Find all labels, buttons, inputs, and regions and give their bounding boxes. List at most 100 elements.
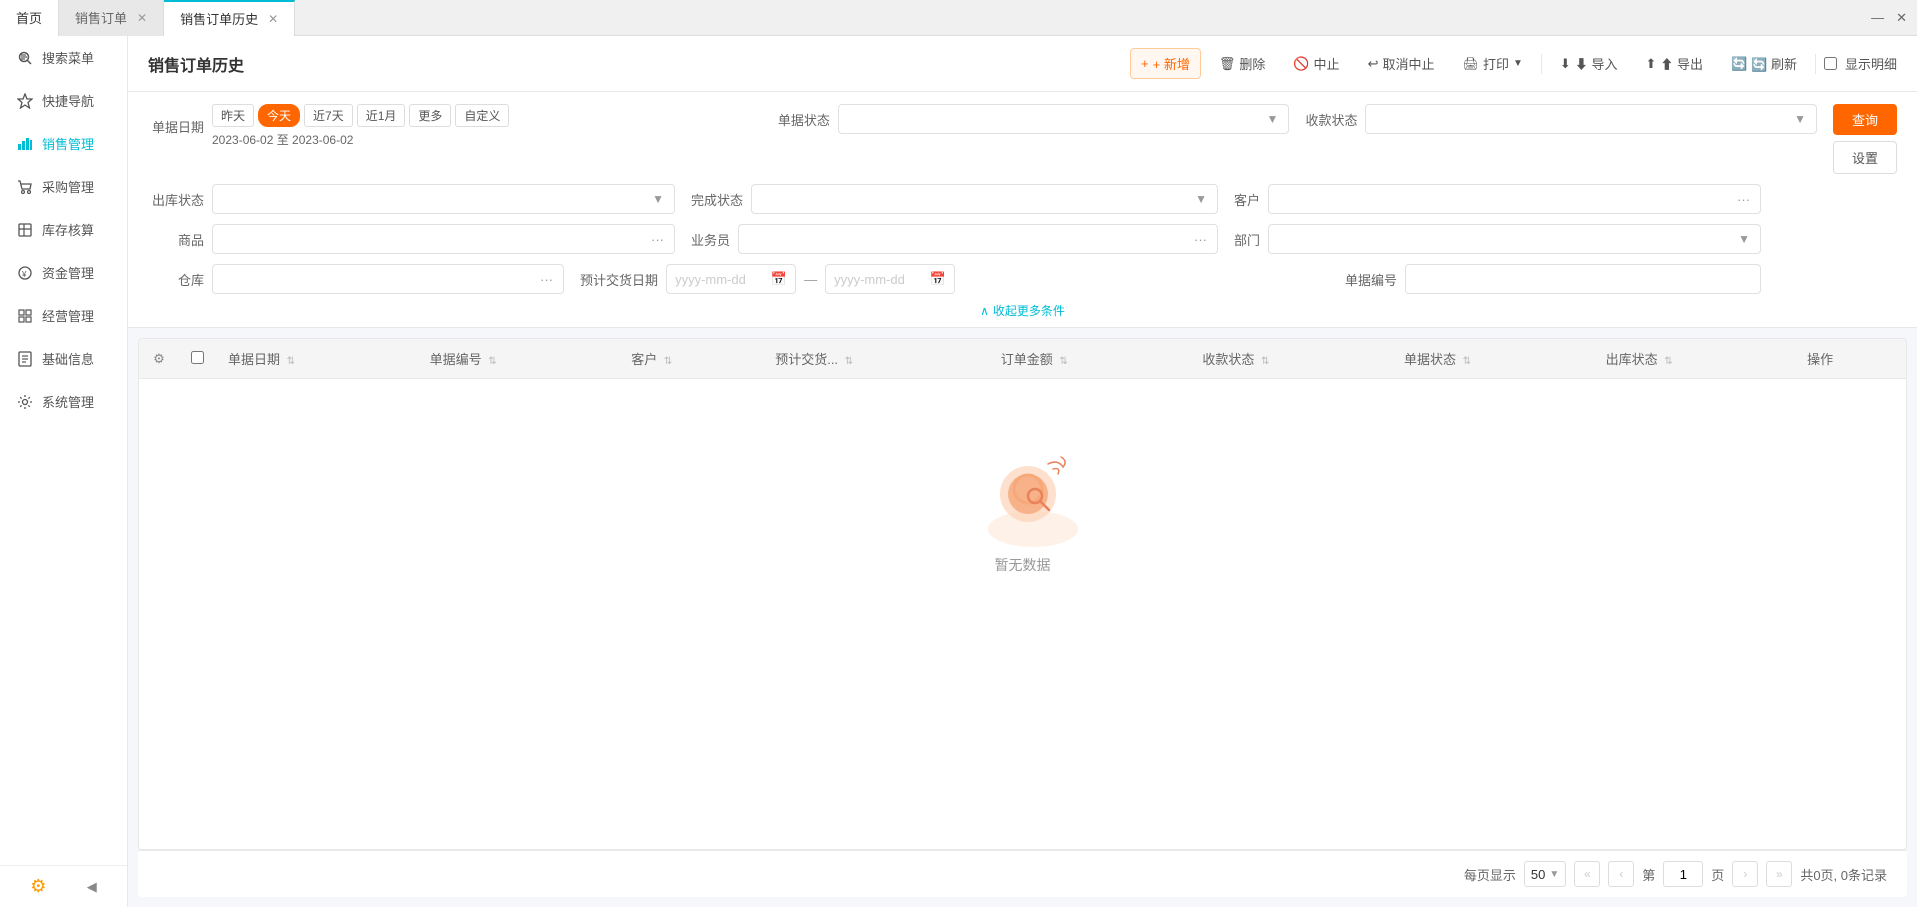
svg-text:¥: ¥ (21, 270, 27, 279)
window-minimize-btn[interactable]: — (1871, 10, 1884, 25)
sidebar-item-basic-info[interactable]: 基础信息 (0, 337, 127, 380)
cancel-stop-button[interactable]: ↩ 取消中止 (1358, 49, 1445, 78)
more-date-btn[interactable]: 更多 (409, 104, 451, 127)
today-btn[interactable]: 今天 (258, 104, 300, 127)
next-page-btn[interactable]: › (1732, 861, 1758, 887)
sidebar-item-label: 销售管理 (42, 134, 94, 153)
quick-nav-icon (16, 92, 34, 110)
sidebar-collapse-icon[interactable]: ◀ (87, 879, 97, 895)
custom-date-btn[interactable]: 自定义 (455, 104, 509, 127)
dept-label: 部门 (1234, 230, 1260, 249)
calendar-end-icon[interactable]: 📅 (930, 271, 946, 287)
sidebar-item-quick-nav[interactable]: 快捷导航 (0, 79, 127, 122)
purchase-mgmt-icon (16, 178, 34, 196)
collapse-label: 收起更多条件 (993, 302, 1065, 319)
cancel-stop-label: 取消中止 (1382, 54, 1434, 73)
sidebar-item-purchase-mgmt[interactable]: 采购管理 (0, 165, 127, 208)
col-bill-no[interactable]: 单据编号 ⇅ (418, 339, 620, 379)
col-customer-label: 客户 (631, 352, 657, 367)
warehouse-select[interactable]: ··· (212, 264, 564, 294)
export-button[interactable]: ⬆ ⬆ 导出 (1635, 49, 1713, 78)
set-button[interactable]: 设置 (1833, 141, 1897, 174)
action-buttons: 查询 设置 (1833, 104, 1897, 174)
expected-date-start[interactable]: yyyy-mm-dd 📅 (666, 264, 796, 294)
sidebar-item-operations-mgmt[interactable]: 经营管理 (0, 294, 127, 337)
tab-sales-order-history[interactable]: 销售订单历史 ✕ (164, 0, 295, 36)
sidebar-item-label: 资金管理 (42, 263, 94, 282)
bill-status-label: 单据状态 (778, 110, 830, 129)
sidebar-item-inventory-calc[interactable]: 库存核算 (0, 208, 127, 251)
page-number-input[interactable] (1663, 861, 1703, 887)
sales-mgmt-icon (16, 135, 34, 153)
bill-status-select[interactable]: ▼ (838, 104, 1290, 134)
expected-date-end[interactable]: yyyy-mm-dd 📅 (825, 264, 955, 294)
print-button[interactable]: 🖨 打印 ▼ (1452, 49, 1532, 78)
sidebar-item-capital-mgmt[interactable]: ¥ 资金管理 (0, 251, 127, 294)
sidebar-settings-icon[interactable]: ⚙ (30, 876, 46, 897)
last7-btn[interactable]: 近7天 (304, 104, 353, 127)
window-close-btn[interactable]: ✕ (1896, 10, 1907, 26)
display-cols-checkbox[interactable] (1824, 57, 1837, 70)
tab-home[interactable]: 首页 (0, 0, 59, 36)
dept-chevron: ▼ (1738, 232, 1750, 246)
col-order-amount-label: 订单金额 (1001, 352, 1053, 367)
page-size-chevron: ▼ (1549, 869, 1559, 880)
expected-date-end-placeholder: yyyy-mm-dd (834, 272, 905, 287)
print-arrow-icon: ▼ (1513, 58, 1523, 69)
page-total: 共0页, 0条记录 (1800, 865, 1887, 884)
tab-sales-order[interactable]: 销售订单 ✕ (59, 0, 164, 36)
salesman-select[interactable]: ··· (738, 224, 1218, 254)
goods-label: 商品 (148, 230, 204, 249)
sidebar-item-sales-mgmt[interactable]: 销售管理 (0, 122, 127, 165)
receipt-status-label: 收款状态 (1305, 110, 1357, 129)
bill-no-input[interactable] (1405, 264, 1761, 294)
sidebar-item-label: 搜索菜单 (42, 48, 94, 67)
col-out-status[interactable]: 出库状态 ⇅ (1594, 339, 1796, 379)
tab-sales-order-history-close[interactable]: ✕ (268, 12, 278, 26)
col-receipt-status[interactable]: 收款状态 ⇅ (1190, 339, 1392, 379)
goods-dots: ··· (651, 232, 664, 247)
display-cols-toggle[interactable]: 显示明细 (1824, 54, 1897, 73)
tabs-bar: 首页 销售订单 ✕ 销售订单历史 ✕ — ✕ (0, 0, 1917, 36)
receipt-status-select[interactable]: ▼ (1365, 104, 1817, 134)
page-size-select[interactable]: 50 ▼ (1524, 861, 1566, 887)
yesterday-btn[interactable]: 昨天 (212, 104, 254, 127)
col-bill-status[interactable]: 单据状态 ⇅ (1392, 339, 1594, 379)
delete-button[interactable]: 🗑 删除 (1209, 49, 1276, 78)
goods-select[interactable]: ··· (212, 224, 675, 254)
complete-status-chevron: ▼ (1195, 192, 1207, 206)
last-month-btn[interactable]: 近1月 (357, 104, 406, 127)
basic-info-icon (16, 350, 34, 368)
capital-mgmt-icon: ¥ (16, 264, 34, 282)
calendar-start-icon[interactable]: 📅 (771, 271, 787, 287)
dept-select[interactable]: ▼ (1268, 224, 1761, 254)
new-button[interactable]: + + 新增 (1130, 48, 1201, 79)
sidebar-item-system-mgmt[interactable]: 系统管理 (0, 380, 127, 423)
import-button[interactable]: ⬇ ⬇ 导入 (1550, 49, 1628, 78)
sidebar-item-label: 系统管理 (42, 392, 94, 411)
table-select-all[interactable] (191, 351, 204, 364)
out-status-select[interactable]: ▼ (212, 184, 675, 214)
complete-status-select[interactable]: ▼ (751, 184, 1218, 214)
tab-sales-order-close[interactable]: ✕ (137, 11, 147, 25)
refresh-button[interactable]: 🔄 🔄 刷新 (1721, 49, 1807, 78)
tab-home-label: 首页 (16, 8, 42, 27)
col-bill-date[interactable]: 单据日期 ⇅ (216, 339, 418, 379)
salesman-dots: ··· (1194, 232, 1207, 247)
collapse-row[interactable]: ∧ 收起更多条件 (148, 302, 1897, 319)
customer-select[interactable]: ··· (1268, 184, 1761, 214)
query-button[interactable]: 查询 (1833, 104, 1897, 135)
last-page-btn[interactable]: » (1766, 861, 1792, 887)
sidebar-item-search-menu[interactable]: 搜索菜单 (0, 36, 127, 79)
sort-icon: ⇅ (287, 356, 295, 367)
stop-button[interactable]: 🚫 中止 (1283, 49, 1349, 78)
first-page-btn[interactable]: « (1574, 861, 1600, 887)
prev-page-btn[interactable]: ‹ (1608, 861, 1634, 887)
col-customer[interactable]: 客户 ⇅ (619, 339, 763, 379)
table-settings-icon[interactable]: ⚙ (153, 351, 165, 367)
sidebar: 搜索菜单 快捷导航 销售管理 采购管理 库存核算 (0, 36, 128, 907)
tab-sales-order-label: 销售订单 (75, 8, 127, 27)
col-expected-date[interactable]: 预计交货... ⇅ (763, 339, 989, 379)
col-order-amount[interactable]: 订单金额 ⇅ (989, 339, 1191, 379)
table-settings-header: ⚙ (139, 339, 179, 379)
